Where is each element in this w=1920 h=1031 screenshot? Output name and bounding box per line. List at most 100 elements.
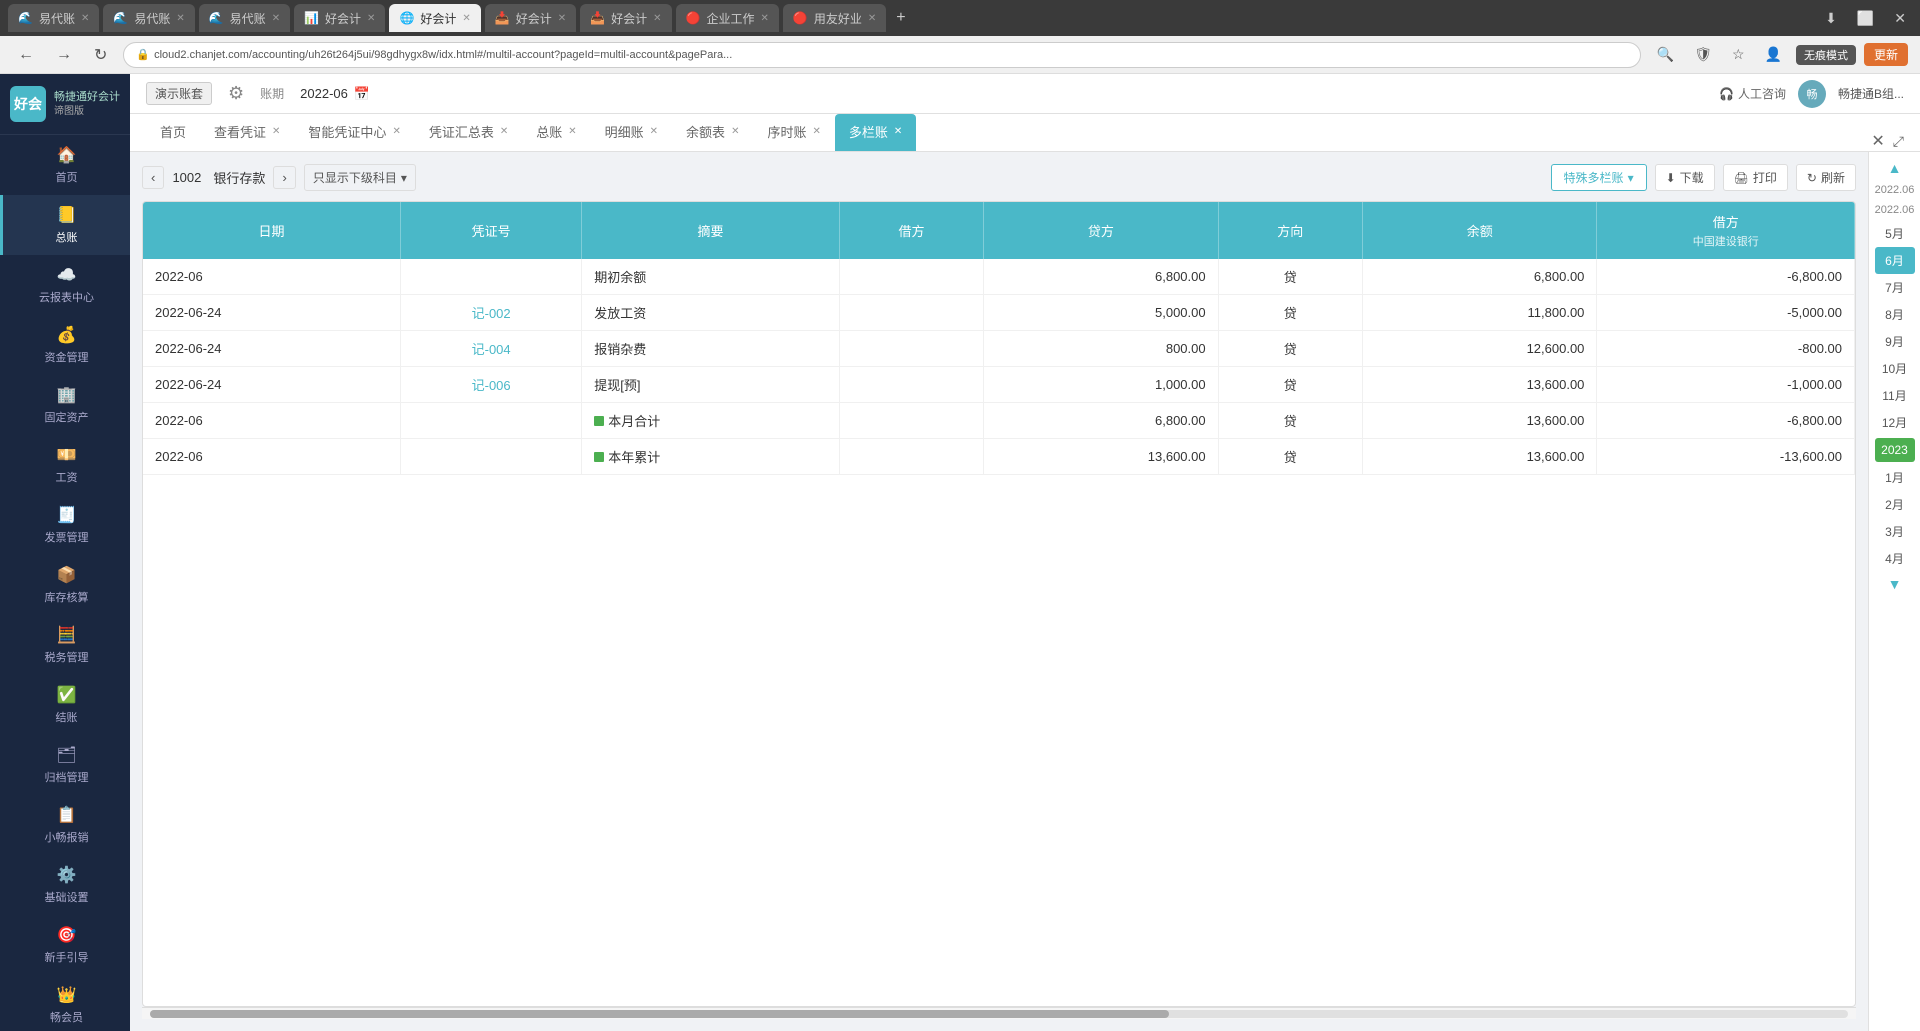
tab-voucher-view[interactable]: 查看凭证 ✕ [200,114,294,151]
new-tab-button[interactable]: + [890,9,911,27]
download-button[interactable]: ⬇ 下载 [1655,164,1715,191]
browser-tab-3[interactable]: 🌊 易代账 ✕ [199,4,290,32]
reload-button[interactable]: ↻ [88,43,113,67]
minimize-button[interactable]: ⬇ [1819,8,1843,29]
maximize-button[interactable]: ⬜ [1851,8,1880,29]
sidebar-label-closing: 结账 [56,709,78,725]
multi-col-button[interactable]: 特殊多栏账 ▾ [1551,164,1647,191]
date-month-jul[interactable]: 7月 [1875,274,1915,301]
date-month-nov[interactable]: 11月 [1875,382,1915,409]
tab-close-5[interactable]: ✕ [462,13,470,24]
back-button[interactable]: ← [12,44,40,66]
scrollbar-thumb[interactable] [150,1010,1169,1018]
browser-tab-7[interactable]: 📥 好会计 ✕ [580,4,671,32]
browser-tab-5[interactable]: 🌐 好会计 ✕ [389,4,480,32]
horizontal-scrollbar[interactable] [142,1007,1856,1019]
sidebar-item-expense[interactable]: 📋 小畅报销 [0,795,130,855]
sub-account-filter[interactable]: 只显示下级科目 ▾ [304,164,416,191]
tab-close-8[interactable]: ✕ [760,13,768,24]
date-month-apr[interactable]: 4月 [1875,545,1915,572]
tab-multi-col[interactable]: 多栏账 ✕ [835,114,916,151]
tab-smart-voucher-close[interactable]: ✕ [392,126,400,137]
sidebar-item-invoice[interactable]: 🧾 发票管理 [0,495,130,555]
url-input[interactable]: 🔒 cloud2.chanjet.com/accounting/uh26t264… [123,42,1640,68]
voucher-link[interactable]: 记-002 [472,306,511,321]
help-button[interactable]: 🎧 人工咨询 [1719,85,1786,102]
tab-voucher-summary-close[interactable]: ✕ [500,126,508,137]
date-year-2022a: 2022.06 [1875,180,1915,200]
refresh-button[interactable]: ↻ 刷新 [1796,164,1856,191]
sidebar-item-home[interactable]: 🏠 首页 [0,135,130,195]
date-month-jun[interactable]: 6月 [1875,247,1915,274]
search-browser-button[interactable]: 🔍 [1651,44,1680,65]
settings-gear-icon[interactable]: ⚙ [228,83,244,104]
voucher-link[interactable]: 记-004 [472,342,511,357]
sidebar-item-archive[interactable]: 🗂 归档管理 [0,735,130,795]
sidebar-item-reports[interactable]: ☁️ 云报表中心 [0,255,130,315]
tab-detail-ledger[interactable]: 明细账 ✕ [591,114,672,151]
tab-balance-table-close[interactable]: ✕ [731,126,739,137]
tab-close-2[interactable]: ✕ [176,13,184,24]
notrack-button[interactable]: 无痕模式 [1796,45,1856,65]
date-month-oct[interactable]: 10月 [1875,355,1915,382]
date-month-mar[interactable]: 3月 [1875,518,1915,545]
date-scroll-down[interactable]: ▼ [1884,572,1906,596]
browser-tab-2[interactable]: 🌊 易代账 ✕ [103,4,194,32]
user-avatar[interactable]: 畅 [1798,80,1826,108]
date-scroll-up[interactable]: ▲ [1884,156,1906,180]
next-account-button[interactable]: › [273,166,295,189]
tab-smart-voucher[interactable]: 智能凭证中心 ✕ [294,114,414,151]
date-month-aug[interactable]: 8月 [1875,301,1915,328]
browser-tab-4[interactable]: 📊 好会计 ✕ [294,4,385,32]
tab-detail-ledger-close[interactable]: ✕ [650,126,658,137]
tab-close-4[interactable]: ✕ [367,13,375,24]
tab-close-3[interactable]: ✕ [272,13,280,24]
sidebar-item-settings[interactable]: ⚙️ 基础设置 [0,855,130,915]
tab-voucher-summary[interactable]: 凭证汇总表 ✕ [415,114,522,151]
sidebar-item-inventory[interactable]: 📦 库存核算 [0,555,130,615]
tab-journal[interactable]: 序时账 ✕ [753,114,834,151]
date-month-jan[interactable]: 1月 [1875,464,1915,491]
tab-general-ledger-close[interactable]: ✕ [568,126,576,137]
tab-journal-close[interactable]: ✕ [812,126,820,137]
tab-icon-5: 🌐 [399,11,414,25]
print-button[interactable]: 🖨 打印 [1723,164,1788,191]
browser-tab-1[interactable]: 🌊 易代账 ✕ [8,4,99,32]
date-month-may[interactable]: 5月 [1875,220,1915,247]
expand-panel-button[interactable]: ⤢ [1893,133,1904,150]
tab-close-7[interactable]: ✕ [653,13,661,24]
date-month-sep[interactable]: 9月 [1875,328,1915,355]
close-panel-button[interactable]: ✕ [1871,131,1884,151]
sidebar-item-payroll[interactable]: 💴 工资 [0,435,130,495]
sidebar-item-closing[interactable]: ✅ 结账 [0,675,130,735]
shield-icon[interactable]: 🛡 [1688,44,1718,65]
tab-close-9[interactable]: ✕ [868,13,876,24]
sidebar-item-guide[interactable]: 🎯 新手引导 [0,915,130,975]
tab-voucher-view-close[interactable]: ✕ [272,126,280,137]
date-month-dec[interactable]: 12月 [1875,409,1915,436]
prev-account-button[interactable]: ‹ [142,166,164,189]
date-month-feb[interactable]: 2月 [1875,491,1915,518]
tab-close-1[interactable]: ✕ [81,13,89,24]
browser-tab-9[interactable]: 🔴 用友好业 ✕ [783,4,886,32]
period-selector[interactable]: 2022-06 📅 [300,86,370,102]
browser-profile-button[interactable]: 👤 [1759,44,1788,65]
sidebar-item-funds[interactable]: 💰 资金管理 [0,315,130,375]
sidebar-item-tax[interactable]: 🧮 税务管理 [0,615,130,675]
close-button[interactable]: ✕ [1888,8,1912,29]
sidebar-item-member[interactable]: 👑 畅会员 [0,975,130,1031]
tab-home[interactable]: 首页 [146,114,200,151]
forward-button[interactable]: → [50,44,78,66]
sidebar-item-assets[interactable]: 🏢 固定资产 [0,375,130,435]
home-icon: 🏠 [57,145,77,165]
star-button[interactable]: ☆ [1726,44,1751,65]
tab-close-6[interactable]: ✕ [558,13,566,24]
tab-balance-table[interactable]: 余额表 ✕ [672,114,753,151]
tab-general-ledger[interactable]: 总账 ✕ [522,114,590,151]
tab-multi-col-close[interactable]: ✕ [894,126,902,137]
sidebar-item-ledger[interactable]: 📒 总账 [0,195,130,255]
browser-tab-8[interactable]: 🔴 企业工作 ✕ [676,4,779,32]
voucher-link[interactable]: 记-006 [472,378,511,393]
browser-tab-6[interactable]: 📥 好会计 ✕ [485,4,576,32]
update-button[interactable]: 更新 [1864,43,1908,66]
